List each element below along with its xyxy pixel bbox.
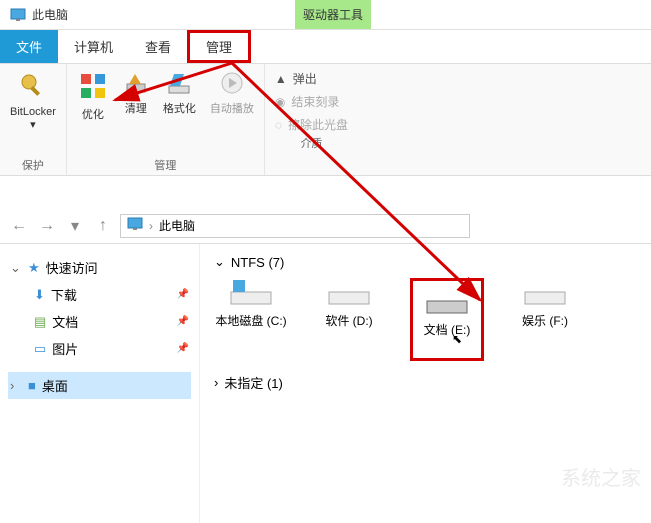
window-title: 此电脑	[32, 6, 68, 23]
up-button[interactable]: ↑	[92, 215, 114, 237]
pin-icon: 📌	[177, 343, 189, 354]
finish-burn-button: ◉ 结束刻录	[275, 93, 348, 110]
recent-button[interactable]: ▾	[64, 215, 86, 237]
back-button[interactable]: ←	[8, 215, 30, 237]
erase-disc-button: ◌ 擦除此光盘	[275, 116, 348, 133]
tab-view[interactable]: 查看	[129, 30, 187, 63]
cursor-icon: ⬉	[452, 332, 462, 346]
download-icon: ⬇	[34, 287, 45, 303]
watermark: 系统之家	[561, 462, 641, 491]
chevron-down-icon: ⌄	[214, 254, 225, 270]
pin-icon: 📌	[177, 316, 189, 327]
optimize-label: 优化	[82, 106, 104, 122]
drive-f[interactable]: 娱乐 (F:)	[508, 278, 582, 361]
clean-label: 清理	[125, 100, 147, 116]
tab-computer[interactable]: 计算机	[58, 30, 129, 63]
quick-btn[interactable]	[26, 178, 44, 196]
group-unspecified[interactable]: › 未指定 (1)	[214, 373, 637, 392]
bitlocker-button[interactable]: BitLocker▾	[10, 70, 56, 131]
chevron-right-icon: ›	[214, 375, 218, 390]
sidebar-item-documents[interactable]: ▤ 文档 📌	[8, 308, 191, 335]
group-manage: 管理	[154, 155, 176, 173]
sidebar-item-quick-access[interactable]: ⌄ ★ 快速访问	[8, 254, 191, 281]
drive-d[interactable]: 软件 (D:)	[312, 278, 386, 361]
drive-icon	[523, 278, 567, 308]
breadcrumb[interactable]: › 此电脑	[120, 214, 470, 238]
group-ntfs[interactable]: ⌄ NTFS (7)	[214, 254, 637, 270]
burn-icon: ◉	[275, 95, 285, 109]
sidebar-item-pictures[interactable]: ▭ 图片 📌	[8, 335, 191, 362]
document-icon: ▤	[34, 314, 46, 330]
optimize-button[interactable]: 优化	[77, 70, 109, 122]
breadcrumb-location: 此电脑	[159, 217, 195, 234]
drive-icon	[327, 278, 371, 308]
bitlocker-label: BitLocker▾	[10, 106, 56, 131]
drive-icon	[425, 287, 469, 317]
forward-button[interactable]: →	[36, 215, 58, 237]
chevron-down-icon: ⌄	[10, 260, 22, 276]
erase-icon: ◌	[275, 118, 282, 132]
desktop-icon: ■	[28, 378, 36, 393]
group-protect: 保护	[22, 155, 44, 173]
autoplay-label: 自动播放	[210, 100, 254, 116]
sidebar-item-desktop[interactable]: › ■ 桌面	[8, 372, 191, 399]
pin-icon: 📌	[177, 289, 189, 300]
clean-button[interactable]: 清理	[123, 70, 149, 116]
drive-c[interactable]: 本地磁盘 (C:)	[214, 278, 288, 361]
star-icon: ★	[28, 260, 40, 276]
eject-icon: ▲	[275, 72, 287, 86]
drive-e[interactable]: 文档 (E:) ⬉	[410, 278, 484, 361]
format-label: 格式化	[163, 100, 196, 116]
tab-manage[interactable]: 管理	[187, 30, 251, 63]
computer-icon	[10, 7, 26, 23]
drive-icon	[229, 278, 273, 308]
drive-tools-tab[interactable]: 驱动器工具	[295, 0, 371, 29]
picture-icon: ▭	[34, 341, 46, 357]
breadcrumb-chevron-icon: ›	[149, 219, 153, 233]
sidebar-item-downloads[interactable]: ⬇ 下载 📌	[8, 281, 191, 308]
group-media: 介质	[300, 133, 322, 151]
computer-icon	[127, 217, 143, 234]
autoplay-button[interactable]: 自动播放	[210, 70, 254, 116]
format-button[interactable]: 格式化	[163, 70, 196, 116]
tab-file[interactable]: 文件	[0, 30, 58, 63]
chevron-right-icon: ›	[10, 378, 22, 393]
eject-button[interactable]: ▲ 弹出	[275, 70, 348, 87]
quick-btn[interactable]	[6, 178, 24, 196]
